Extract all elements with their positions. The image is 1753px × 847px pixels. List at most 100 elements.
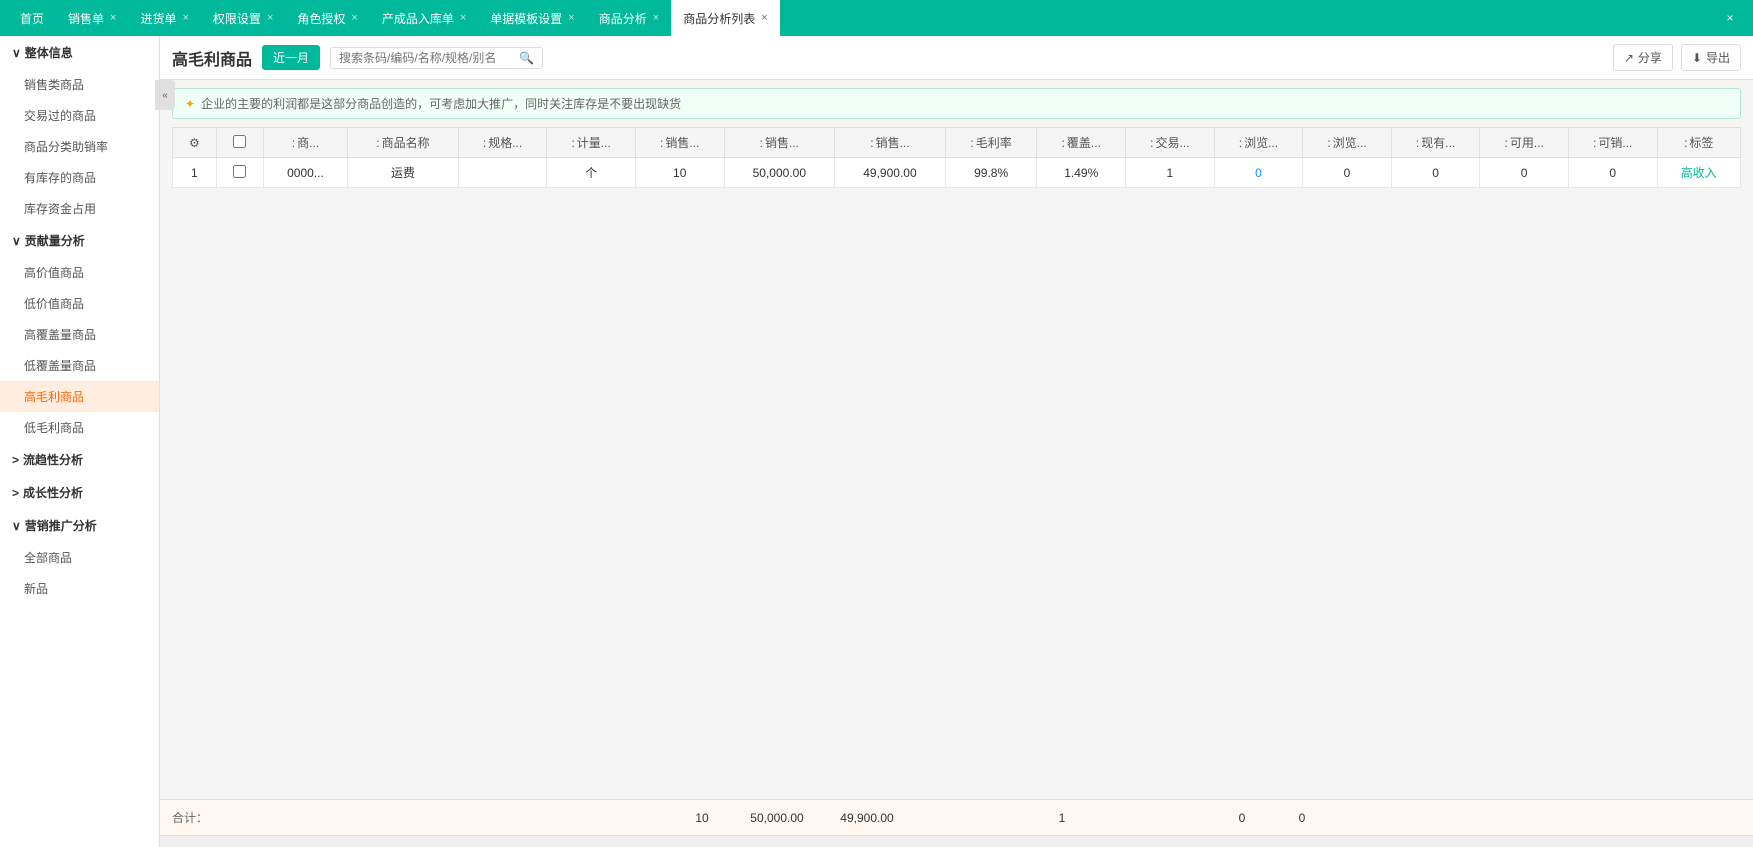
sidebar-item-新品[interactable]: 新品 (0, 573, 159, 604)
col-sort-icon: : (1593, 136, 1596, 150)
cell-tag: 高收入 (1657, 158, 1740, 188)
footer-value-7 (912, 811, 972, 825)
col-sort-icon: : (1327, 136, 1330, 150)
sidebar-item-高毛利商品[interactable]: 高毛利商品 (0, 381, 159, 412)
nav-item-商品分析列表[interactable]: 商品分析列表× (671, 0, 779, 36)
cell-checkbox[interactable] (216, 158, 263, 188)
sidebar-item-高覆盖量商品[interactable]: 高覆盖量商品 (0, 319, 159, 350)
col-sort-icon: : (1150, 136, 1153, 150)
table-row: 10000...运费个1050,000.0049,900.0099.8%1.49… (173, 158, 1741, 188)
time-filter-button[interactable]: 近一月 (262, 45, 320, 70)
nav-item-商品分析[interactable]: 商品分析× (587, 0, 671, 36)
export-icon: ⬇ (1692, 51, 1702, 65)
cell-saleable: 0 (1568, 158, 1657, 188)
col-header-current_stock: :现有... (1391, 128, 1480, 158)
col-header-available_stock: :可用... (1480, 128, 1569, 158)
col-header-spec: :规格... (458, 128, 547, 158)
col-sort-icon: : (870, 136, 873, 150)
col-header-tag: :标签 (1657, 128, 1740, 158)
cell-unit: 个 (547, 158, 636, 188)
nav-item-角色授权[interactable]: 角色授权× (285, 0, 369, 36)
horizontal-scrollbar[interactable] (160, 835, 1753, 847)
sidebar-item-高价值商品[interactable]: 高价值商品 (0, 257, 159, 288)
sidebar-item-全部商品[interactable]: 全部商品 (0, 542, 159, 573)
select-all-checkbox[interactable] (233, 135, 246, 148)
nav-close-icon[interactable]: × (653, 12, 659, 24)
sidebar-item-商品分类助销率[interactable]: 商品分类助销率 (0, 131, 159, 162)
sidebar-group-贡献量分析[interactable]: ∨贡献量分析 (0, 224, 159, 257)
nav-item-单据模板设置[interactable]: 单据模板设置× (478, 0, 586, 36)
col-header-sale_qty: :销售... (635, 128, 724, 158)
nav-item-首页[interactable]: 首页 (8, 0, 56, 36)
nav-close-icon[interactable]: × (110, 12, 116, 24)
sidebar-item-低覆盖量商品[interactable]: 低覆盖量商品 (0, 350, 159, 381)
sidebar-group-成长性分析[interactable]: >成长性分析 (0, 476, 159, 509)
col-header-checkbox[interactable] (216, 128, 263, 158)
share-button[interactable]: ↗ 分享 (1613, 44, 1673, 71)
col-header-transaction: :交易... (1126, 128, 1215, 158)
col-header-sale_amount: :销售... (724, 128, 835, 158)
footer-value-8 (972, 811, 1032, 825)
nav-close-icon[interactable]: × (568, 12, 574, 24)
sidebar: ∨整体信息销售类商品交易过的商品商品分类助销率有库存的商品库存资金占用∨贡献量分… (0, 36, 160, 847)
page-title: 高毛利商品 (172, 46, 252, 70)
window-close-button[interactable]: × (1715, 0, 1745, 36)
nav-close-icon[interactable]: × (460, 12, 466, 24)
col-header-coverage: :覆盖... (1037, 128, 1126, 158)
nav-close-icon[interactable]: × (182, 12, 188, 24)
cell-spec (458, 158, 547, 188)
footer-value-13: 0 (1272, 811, 1332, 825)
browse-link[interactable]: 0 (1255, 166, 1262, 180)
col-sort-icon: : (376, 136, 379, 150)
footer-value-6: 49,900.00 (822, 811, 912, 825)
cell-coverage: 1.49% (1037, 158, 1126, 188)
cell-browse1[interactable]: 0 (1214, 158, 1303, 188)
sidebar-item-交易过的商品[interactable]: 交易过的商品 (0, 100, 159, 131)
footer-values: 1050,000.0049,900.00100 (232, 811, 1741, 825)
cell-available_stock: 0 (1480, 158, 1569, 188)
cell-code: 0000... (263, 158, 347, 188)
search-box: 🔍 (330, 47, 543, 69)
search-input[interactable] (339, 51, 519, 65)
nav-close-icon[interactable]: × (267, 12, 273, 24)
footer-label: 合计： (172, 809, 232, 826)
nav-close-icon[interactable]: × (351, 12, 357, 24)
export-button[interactable]: ⬇ 导出 (1681, 44, 1741, 71)
nav-item-进货单[interactable]: 进货单× (128, 0, 200, 36)
row-checkbox[interactable] (233, 165, 246, 178)
nav-item-销售单[interactable]: 销售单× (56, 0, 128, 36)
settings-icon[interactable]: ⚙ (189, 136, 200, 150)
footer-value-4: 10 (672, 811, 732, 825)
col-header-browse1: :浏览... (1214, 128, 1303, 158)
table-container: ⚙:商...:商品名称:规格...:计量...:销售...:销售...:销售..… (160, 127, 1753, 799)
cell-current_stock: 0 (1391, 158, 1480, 188)
col-header-code: :商... (263, 128, 347, 158)
footer-value-1 (432, 811, 532, 825)
col-sort-icon: : (1684, 136, 1687, 150)
col-header-settings[interactable]: ⚙ (173, 128, 217, 158)
col-header-name: :商品名称 (348, 128, 459, 158)
sidebar-item-销售类商品[interactable]: 销售类商品 (0, 69, 159, 100)
nav-close-icon[interactable]: × (761, 12, 767, 24)
col-sort-icon: : (571, 136, 574, 150)
group-arrow-icon: ∨ (12, 519, 21, 533)
info-banner: ✦ 企业的主要的利润都是这部分商品创造的，可考虑加大推广，同时关注库存是不要出现… (172, 88, 1741, 119)
search-icon[interactable]: 🔍 (519, 51, 534, 65)
sidebar-item-库存资金占用[interactable]: 库存资金占用 (0, 193, 159, 224)
col-sort-icon: : (1062, 136, 1065, 150)
data-table: ⚙:商...:商品名称:规格...:计量...:销售...:销售...:销售..… (172, 127, 1741, 188)
sidebar-item-低毛利商品[interactable]: 低毛利商品 (0, 412, 159, 443)
col-sort-icon: : (1416, 136, 1419, 150)
col-sort-icon: : (1239, 136, 1242, 150)
main-content: 高毛利商品 近一月 🔍 ↗ 分享 ⬇ 导出 (160, 36, 1753, 847)
footer-total: 合计： 1050,000.0049,900.00100 (160, 799, 1753, 835)
nav-item-权限设置[interactable]: 权限设置× (201, 0, 285, 36)
sidebar-item-有库存的商品[interactable]: 有库存的商品 (0, 162, 159, 193)
sidebar-group-营销推广分析[interactable]: ∨营销推广分析 (0, 509, 159, 542)
sidebar-collapse-button[interactable]: « (155, 80, 175, 110)
col-header-saleable: :可销... (1568, 128, 1657, 158)
sidebar-item-低价值商品[interactable]: 低价值商品 (0, 288, 159, 319)
sidebar-group-整体信息[interactable]: ∨整体信息 (0, 36, 159, 69)
nav-item-产成品入库单[interactable]: 产成品入库单× (370, 0, 478, 36)
sidebar-group-流趋性分析[interactable]: >流趋性分析 (0, 443, 159, 476)
